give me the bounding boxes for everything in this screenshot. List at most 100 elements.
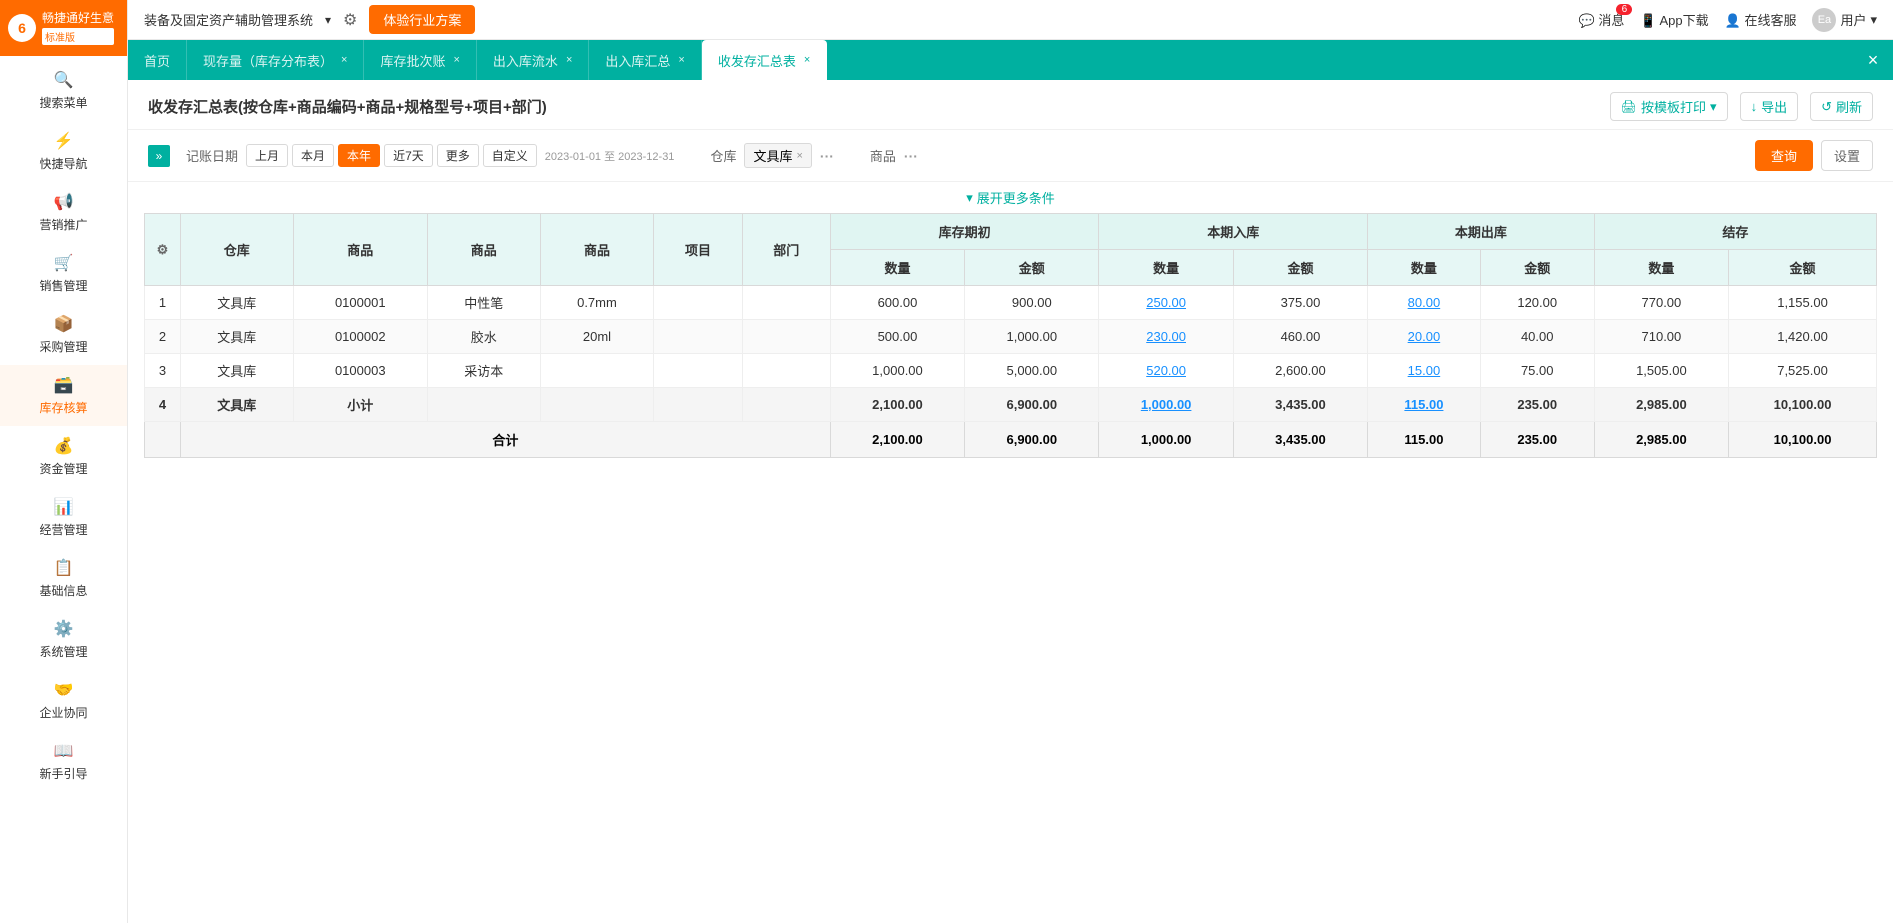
- date-label: 记账日期: [186, 146, 238, 165]
- tab-batch-close[interactable]: ×: [453, 54, 459, 66]
- sidebar-item-basic[interactable]: 📋 基础信息: [0, 548, 127, 609]
- tab-inout-flow-label: 出入库流水: [493, 51, 558, 70]
- row1-goods-name: 中性笔: [427, 286, 540, 320]
- sidebar-item-enterprise[interactable]: 🤝 企业协同: [0, 670, 127, 731]
- user-menu[interactable]: Ea 用户 ▾: [1812, 8, 1877, 32]
- subtotal-col6: [742, 388, 830, 422]
- sidebar-item-sales[interactable]: 🛒 销售管理: [0, 243, 127, 304]
- refresh-button[interactable]: ↺ 刷新: [1810, 92, 1873, 121]
- subtotal-in-amt: 3,435.00: [1233, 388, 1367, 422]
- date-btn-7days[interactable]: 近7天: [384, 144, 433, 167]
- warehouse-tag-remove[interactable]: ×: [796, 150, 802, 162]
- tab-inout-flow[interactable]: 出入库流水 ×: [477, 40, 589, 80]
- th-goods-name: 商品: [427, 214, 540, 286]
- enterprise-icon: 🤝: [54, 680, 74, 700]
- row3-closing-amt: 7,525.00: [1729, 354, 1877, 388]
- sidebar-item-marketing[interactable]: 📢 营销推广: [0, 182, 127, 243]
- row2-out-qty[interactable]: 20.00: [1368, 320, 1481, 354]
- filter-toggle[interactable]: »: [148, 145, 170, 167]
- row2-in-qty[interactable]: 230.00: [1099, 320, 1233, 354]
- goods-more[interactable]: ···: [904, 148, 918, 164]
- column-setting-icon[interactable]: ⚙: [157, 242, 169, 257]
- online-service-link[interactable]: 👤 在线客服: [1725, 10, 1797, 29]
- sidebar-item-finance[interactable]: 💰 资金管理: [0, 426, 127, 487]
- inventory-icon: 🗃️: [54, 375, 74, 395]
- warehouse-label: 仓库: [710, 146, 736, 165]
- print-button[interactable]: 🖨 按模板打印 ▾: [1610, 92, 1728, 121]
- sidebar-item-operations[interactable]: 📊 经营管理: [0, 487, 127, 548]
- row3-out-qty-link[interactable]: 15.00: [1408, 363, 1441, 378]
- table-row: 2 文具库 0100002 胶水 20ml 500.00 1,000.00 23…: [145, 320, 1877, 354]
- quicknav-icon: ⚡: [54, 131, 74, 151]
- th-setting[interactable]: ⚙: [145, 214, 181, 286]
- tab-receipt-summary[interactable]: 收发存汇总表 ×: [702, 40, 827, 80]
- app-download-link[interactable]: 📱 App下载: [1640, 10, 1708, 29]
- sidebar-item-system[interactable]: ⚙️ 系统管理: [0, 609, 127, 670]
- subtotal-in-qty-link[interactable]: 1,000.00: [1141, 397, 1192, 412]
- date-btn-custom[interactable]: 自定义: [483, 144, 537, 167]
- tab-home[interactable]: 首页: [128, 40, 187, 80]
- tab-inout-summary[interactable]: 出入库汇总 ×: [589, 40, 701, 80]
- sidebar-item-purchase[interactable]: 📦 采购管理: [0, 304, 127, 365]
- sidebar-logo: 6 畅捷通好生意 标准版: [0, 0, 127, 56]
- date-btn-last-month[interactable]: 上月: [246, 144, 288, 167]
- sidebar-item-inventory[interactable]: 🗃️ 库存核算: [0, 365, 127, 426]
- row1-out-qty-link[interactable]: 80.00: [1408, 295, 1441, 310]
- row3-in-qty-link[interactable]: 520.00: [1146, 363, 1186, 378]
- row3-opening-qty: 1,000.00: [830, 354, 964, 388]
- date-btn-this-year[interactable]: 本年: [338, 144, 380, 167]
- sidebar-label-marketing: 营销推广: [39, 216, 87, 233]
- subtotal-out-qty-link[interactable]: 115.00: [1404, 397, 1443, 412]
- expand-more-button[interactable]: ▾ 展开更多条件: [966, 188, 1055, 207]
- row1-out-qty[interactable]: 80.00: [1368, 286, 1481, 320]
- sidebar-item-guide[interactable]: 📖 新手引导: [0, 731, 127, 792]
- row3-no: 3: [145, 354, 181, 388]
- tab-home-label: 首页: [144, 51, 170, 70]
- row1-no: 1: [145, 286, 181, 320]
- setting-button[interactable]: 设置: [1821, 140, 1873, 171]
- row2-opening-amt: 1,000.00: [965, 320, 1099, 354]
- topbar-right: 💬 消息 6 📱 App下载 👤 在线客服 Ea 用户 ▾: [1579, 8, 1877, 32]
- date-btn-this-month[interactable]: 本月: [292, 144, 334, 167]
- tab-inout-summary-close[interactable]: ×: [678, 54, 684, 66]
- sidebar-item-search[interactable]: 🔍 搜索菜单: [0, 60, 127, 121]
- sidebar-item-quicknav[interactable]: ⚡ 快捷导航: [0, 121, 127, 182]
- refresh-icon: ↺: [1821, 99, 1832, 115]
- tab-receipt-summary-close[interactable]: ×: [804, 54, 810, 66]
- row1-project: [654, 286, 742, 320]
- tab-batch[interactable]: 库存批次账 ×: [364, 40, 476, 80]
- th-department: 部门: [742, 214, 830, 286]
- system-dropdown[interactable]: ▾: [325, 13, 331, 27]
- tab-inventory-dist[interactable]: 现存量（库存分布表） ×: [187, 40, 364, 80]
- row2-in-qty-link[interactable]: 230.00: [1146, 329, 1186, 344]
- row1-in-qty[interactable]: 250.00: [1099, 286, 1233, 320]
- row2-opening-qty: 500.00: [830, 320, 964, 354]
- trial-button[interactable]: 体验行业方案: [369, 5, 475, 34]
- date-btn-more[interactable]: 更多: [437, 144, 479, 167]
- goods-label: 商品: [870, 146, 896, 165]
- row2-goods-spec: 20ml: [540, 320, 654, 354]
- settings-icon[interactable]: ⚙: [343, 10, 357, 30]
- th-out-qty: 数量: [1368, 250, 1481, 286]
- row3-in-qty[interactable]: 520.00: [1099, 354, 1233, 388]
- table-wrap: ⚙ 仓库 商品 商品 商品 项目 部门 库存期初 本期入库 本期出库 结存: [128, 213, 1893, 923]
- subtotal-in-qty[interactable]: 1,000.00: [1099, 388, 1233, 422]
- row2-out-qty-link[interactable]: 20.00: [1408, 329, 1441, 344]
- export-button[interactable]: ↓ 导出: [1740, 92, 1799, 121]
- message-button[interactable]: 💬 消息 6: [1579, 10, 1625, 29]
- th-in-amt: 金额: [1233, 250, 1367, 286]
- warehouse-more[interactable]: ···: [820, 148, 834, 164]
- date-range-display: 2023-01-01 至 2023-12-31: [545, 148, 675, 164]
- filter-date-section: 记账日期 上月 本月 本年 近7天 更多 自定义 2023-01-01 至 20…: [186, 144, 674, 167]
- th-closing-amt: 金额: [1729, 250, 1877, 286]
- row1-in-qty-link[interactable]: 250.00: [1146, 295, 1186, 310]
- subtotal-col5: [654, 388, 742, 422]
- tab-inventory-dist-close[interactable]: ×: [341, 54, 347, 66]
- tabbar-close-all[interactable]: ×: [1853, 40, 1893, 80]
- basic-icon: 📋: [54, 558, 74, 578]
- subtotal-out-qty[interactable]: 115.00: [1368, 388, 1481, 422]
- tab-inout-flow-close[interactable]: ×: [566, 54, 572, 66]
- row3-out-qty[interactable]: 15.00: [1368, 354, 1481, 388]
- subtotal-closing-qty: 2,985.00: [1594, 388, 1728, 422]
- query-button[interactable]: 查询: [1755, 140, 1813, 171]
